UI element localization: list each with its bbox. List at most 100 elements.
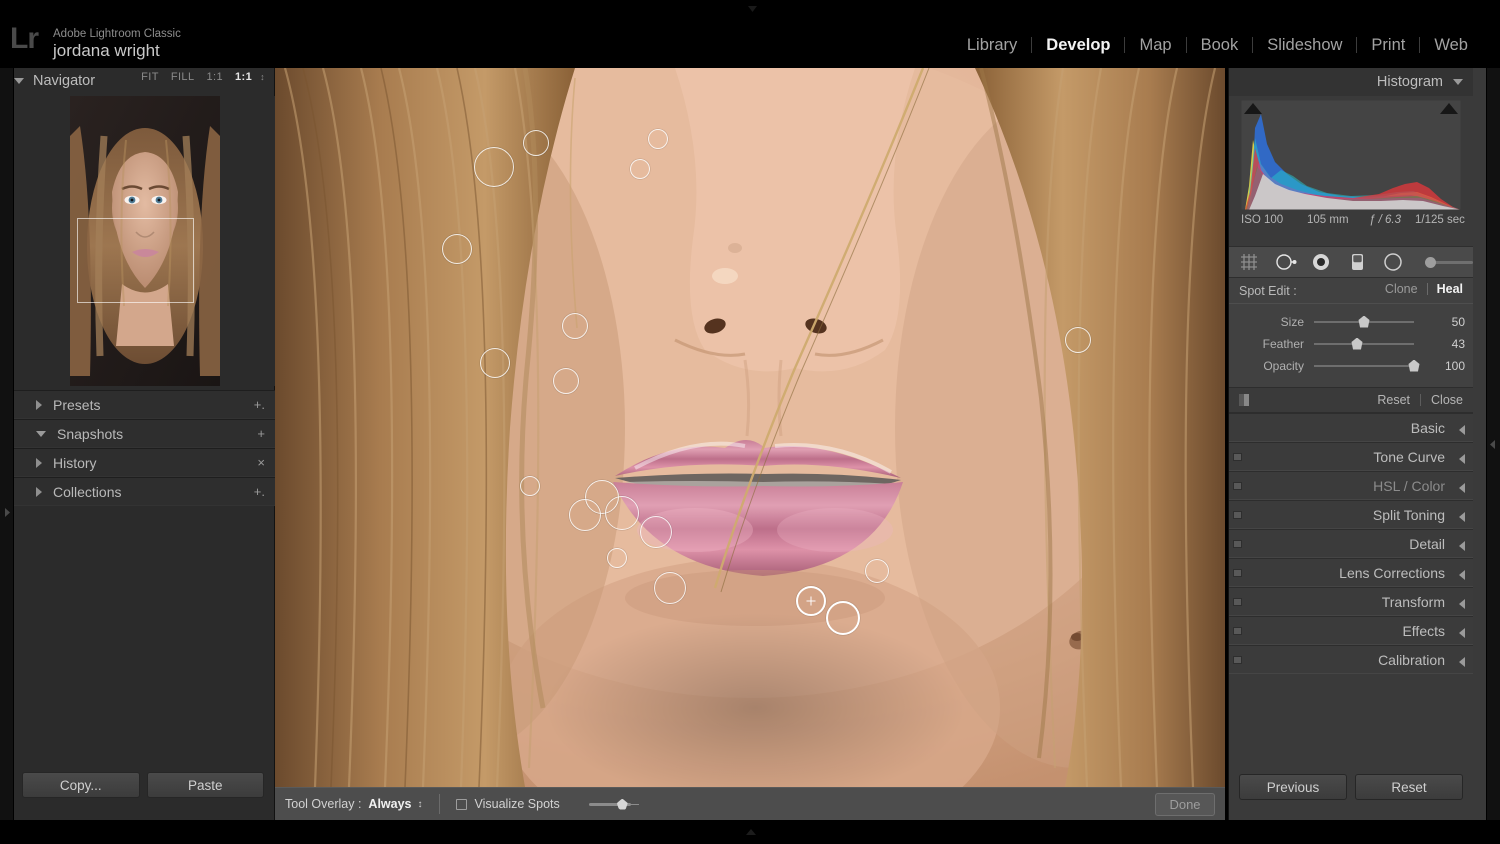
spot-marker[interactable] [630,159,650,179]
spot-edit-mode-clone[interactable]: Clone [1385,282,1418,296]
develop-section-hsl[interactable]: HSL / Color [1229,471,1473,500]
develop-section-calibration[interactable]: Calibration [1229,645,1473,674]
spot-marker[interactable] [796,586,826,616]
slider-feather[interactable]: Feather 43 [1229,335,1473,352]
chevron-left-icon[interactable] [1459,454,1465,464]
slider-track[interactable] [1314,359,1420,372]
chevron-left-icon[interactable] [1459,483,1465,493]
top-panel-toggle-icon[interactable] [748,6,757,12]
develop-section-detail[interactable]: Detail [1229,529,1473,558]
red-eye-icon[interactable] [1311,252,1331,272]
section-enable-switch[interactable] [1233,656,1242,664]
navigator-crop-rect[interactable] [76,218,194,303]
navigator-zoom-options[interactable]: FIT FILL 1:1 1:1 ↕ [141,71,265,83]
zoom-option-1[interactable]: FILL [171,71,195,83]
zoom-option-3[interactable]: 1:1 [235,71,252,83]
slider-track[interactable] [1314,315,1414,328]
chevron-down-icon[interactable] [1453,79,1463,85]
chevron-right-icon[interactable] [36,457,42,468]
spot-marker[interactable] [640,516,672,548]
before-after-swatch-icon[interactable] [1239,394,1249,406]
chevron-right-icon[interactable] [36,399,42,410]
chevron-left-icon[interactable] [1459,512,1465,522]
develop-section-effects[interactable]: Effects [1229,616,1473,645]
spot-edit-reset-button[interactable]: Reset [1377,393,1410,407]
shadow-clipping-icon[interactable] [1244,103,1262,114]
spot-marker[interactable] [654,572,686,604]
crop-overlay-icon[interactable] [1239,252,1259,272]
left-section-action[interactable]: +. [254,485,265,499]
spot-removal-icon[interactable] [1275,252,1297,272]
spot-marker[interactable] [474,147,514,187]
spot-edit-mode-heal[interactable]: Heal [1437,282,1463,296]
spot-marker[interactable] [607,548,627,568]
left-edge-bar[interactable] [0,68,14,820]
highlight-clipping-icon[interactable] [1440,103,1458,114]
copy-button[interactable]: Copy... [22,772,140,798]
module-slideshow[interactable]: Slideshow [1253,32,1356,58]
section-enable-switch[interactable] [1233,627,1242,635]
section-enable-switch[interactable] [1233,482,1242,490]
tool-overlay-value[interactable]: Always [368,797,411,811]
radial-filter-icon[interactable] [1383,252,1403,272]
module-picker[interactable]: Library Develop Map Book Slideshow Print Web [953,32,1482,58]
slider-track[interactable] [1314,337,1414,350]
left-section-history[interactable]: History × [14,448,275,477]
navigator-preview[interactable] [14,96,275,386]
chevron-right-icon[interactable] [36,486,42,497]
module-library[interactable]: Library [953,32,1031,58]
brush-slider-knob[interactable] [1425,256,1436,268]
spot-edit-footer-actions[interactable]: Reset Close [1377,393,1463,407]
visualize-spots-checkbox[interactable] [455,798,467,810]
module-book[interactable]: Book [1187,32,1253,58]
paste-button[interactable]: Paste [146,772,264,798]
left-section-action[interactable]: + [257,427,265,441]
slider-knob[interactable] [1408,359,1420,372]
develop-section-split-toning[interactable]: Split Toning [1229,500,1473,529]
spot-marker[interactable] [1065,327,1091,353]
slider-knob[interactable] [1358,315,1370,328]
zoom-option-2[interactable]: 1:1 [206,71,223,83]
develop-section-lens-corrections[interactable]: Lens Corrections [1229,558,1473,587]
chevron-left-icon[interactable] [1459,657,1465,667]
adjustment-brush-slider[interactable] [1425,256,1473,268]
module-print[interactable]: Print [1357,32,1419,58]
image-canvas[interactable] [275,68,1225,787]
chevron-down-icon[interactable] [36,430,46,437]
section-enable-switch[interactable] [1233,569,1242,577]
spot-marker[interactable] [520,476,540,496]
histogram-graph[interactable] [1240,99,1462,211]
reset-button[interactable]: Reset [1355,774,1463,800]
spot-marker[interactable] [442,234,472,264]
chevron-down-icon[interactable] [14,78,24,84]
section-enable-switch[interactable] [1233,511,1242,519]
left-panel-expand-icon[interactable] [5,508,10,517]
develop-section-tone-curve[interactable]: Tone Curve [1229,442,1473,471]
slider-opacity[interactable]: Opacity 100 [1229,357,1473,374]
module-develop[interactable]: Develop [1032,32,1124,58]
spot-marker[interactable] [553,368,579,394]
spot-marker[interactable] [480,348,510,378]
develop-section-transform[interactable]: Transform [1229,587,1473,616]
chevron-left-icon[interactable] [1459,541,1465,551]
left-section-action[interactable]: × [257,456,265,470]
section-enable-switch[interactable] [1233,540,1242,548]
navigator-thumbnail[interactable] [69,96,220,386]
done-button[interactable]: Done [1155,793,1215,816]
tool-overlay-caret-icon[interactable]: ↕ [418,799,423,810]
module-web[interactable]: Web [1420,32,1482,58]
chevron-left-icon[interactable] [1459,425,1465,435]
module-map[interactable]: Map [1125,32,1185,58]
chevron-left-icon[interactable] [1459,599,1465,609]
slider-size[interactable]: Size 50 [1229,313,1473,330]
spot-marker[interactable] [569,499,601,531]
spot-marker[interactable] [826,601,860,635]
spot-marker[interactable] [648,129,668,149]
spot-marker[interactable] [523,130,549,156]
zoom-caret-icon[interactable]: ↕ [260,72,265,82]
left-section-presets[interactable]: Presets +. [14,390,275,419]
navigator-header[interactable]: Navigator FIT FILL 1:1 1:1 ↕ [14,68,275,94]
slider-knob[interactable] [1351,337,1363,350]
histogram-header[interactable]: Histogram [1229,68,1473,96]
left-section-action[interactable]: +. [254,398,265,412]
